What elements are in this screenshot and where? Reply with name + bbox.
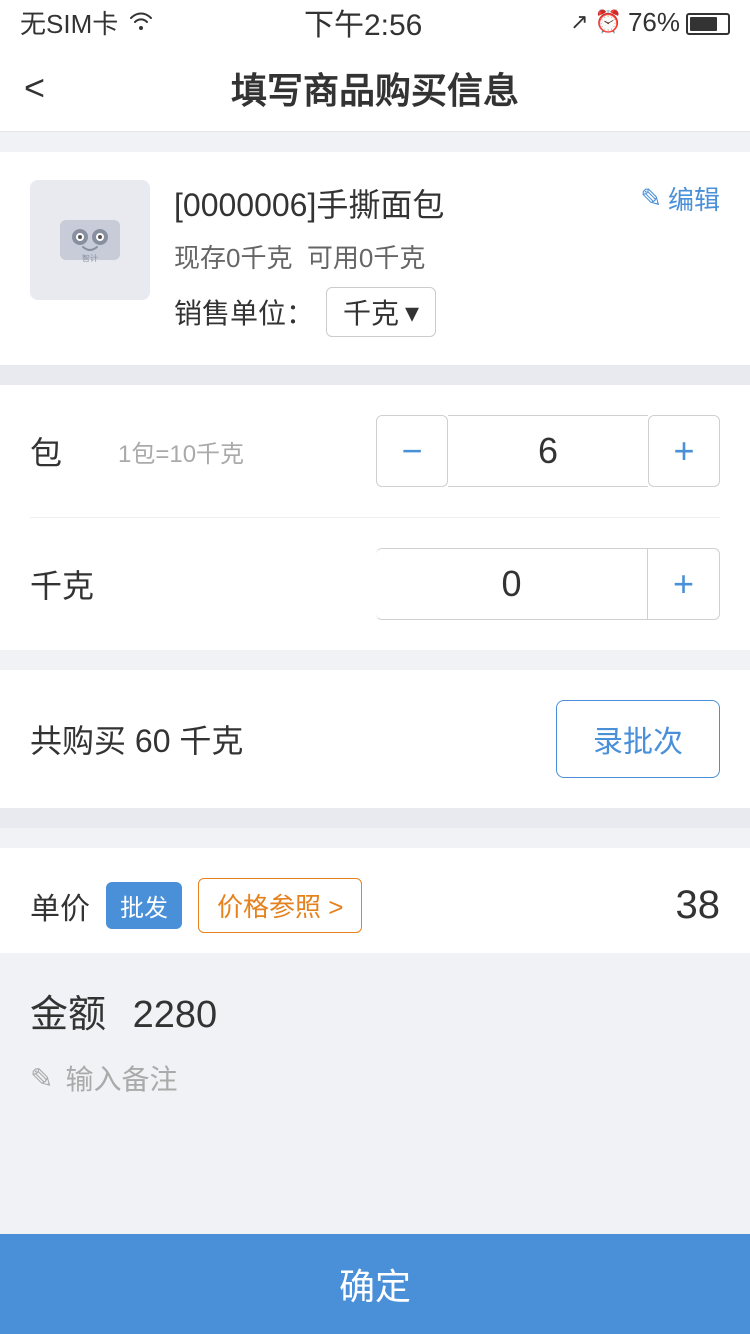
input-section: 包 1包=10千克 − + 千克 +: [0, 385, 750, 650]
price-reference-button[interactable]: 价格参照 >: [198, 878, 362, 933]
kg-input-row: 千克 +: [30, 518, 720, 650]
nav-bar: < 填写商品购买信息: [0, 44, 750, 132]
kg-plus-button[interactable]: +: [648, 548, 720, 620]
status-time: 下午2:56: [304, 0, 422, 44]
amount-row: 金额 2280: [30, 983, 720, 1038]
carrier-label: 无SIM卡: [20, 4, 118, 41]
status-bar: 无SIM卡 下午2:56 ↗ ⏰ 76%: [0, 0, 750, 44]
product-image: 智计: [30, 180, 150, 300]
price-value: 38: [676, 883, 721, 928]
product-info: [0000006]手撕面包 现存0千克 可用0千克 销售单位： 千克 ▾: [174, 180, 720, 337]
alarm-icon: ⏰: [595, 9, 622, 35]
content-area: 智计 [0000006]手撕面包 现存0千克 可用0千克 销售单位： 千克 ▾ …: [0, 152, 750, 1238]
back-button[interactable]: <: [24, 67, 45, 109]
kg-controls: +: [376, 548, 720, 620]
bag-minus-button[interactable]: −: [376, 415, 448, 487]
product-card: 智计 [0000006]手撕面包 现存0千克 可用0千克 销售单位： 千克 ▾ …: [0, 152, 750, 365]
summary-text: 共购买 60 千克: [30, 716, 243, 762]
product-stock: 现存0千克 可用0千克: [174, 238, 720, 275]
status-left: 无SIM卡: [20, 4, 156, 41]
bag-quantity-input[interactable]: [448, 415, 648, 487]
battery-percent: 76%: [628, 7, 680, 38]
price-section: 单价 批发 价格参照 > 38: [0, 848, 750, 953]
unit-select[interactable]: 千克 ▾: [326, 287, 436, 337]
bag-input-row: 包 1包=10千克 − +: [30, 385, 720, 518]
edit-button[interactable]: ✎ 编辑: [640, 180, 720, 217]
remark-input-label: 输入备注: [65, 1058, 177, 1098]
status-right: ↗ ⏰ 76%: [570, 7, 730, 38]
battery-icon: [686, 7, 730, 38]
bag-plus-button[interactable]: +: [648, 415, 720, 487]
section-divider-1: [0, 365, 750, 385]
section-divider-2: [0, 808, 750, 828]
wifi-icon: [126, 7, 156, 38]
pencil-icon: ✎: [30, 1062, 53, 1095]
amount-label: 金额: [30, 994, 106, 1036]
edit-icon: ✎: [640, 183, 662, 214]
confirm-button[interactable]: 确定: [339, 1258, 411, 1310]
chevron-down-icon: ▾: [405, 296, 419, 329]
price-type-tag: 批发: [106, 882, 182, 929]
record-batch-button[interactable]: 录批次: [556, 700, 720, 778]
product-unit-row: 销售单位： 千克 ▾: [174, 287, 720, 337]
summary-section: 共购买 60 千克 录批次: [0, 670, 750, 808]
page-title: 填写商品购买信息: [231, 62, 519, 114]
bag-hint: 1包=10千克: [118, 434, 376, 469]
kg-quantity-input[interactable]: [376, 548, 648, 620]
price-label: 单价: [30, 884, 90, 928]
amount-section: 金额 2280 ✎ 输入备注: [0, 953, 750, 1118]
kg-label: 千克: [30, 561, 110, 607]
amount-value: 2280: [133, 994, 218, 1036]
product-name: [0000006]手撕面包: [174, 180, 720, 226]
bottom-bar[interactable]: 确定: [0, 1234, 750, 1334]
bag-controls: − +: [376, 415, 720, 487]
location-icon: ↗: [570, 9, 588, 35]
remark-row[interactable]: ✎ 输入备注: [30, 1058, 720, 1098]
svg-text:智计: 智计: [82, 253, 98, 263]
bag-label: 包: [30, 428, 110, 474]
